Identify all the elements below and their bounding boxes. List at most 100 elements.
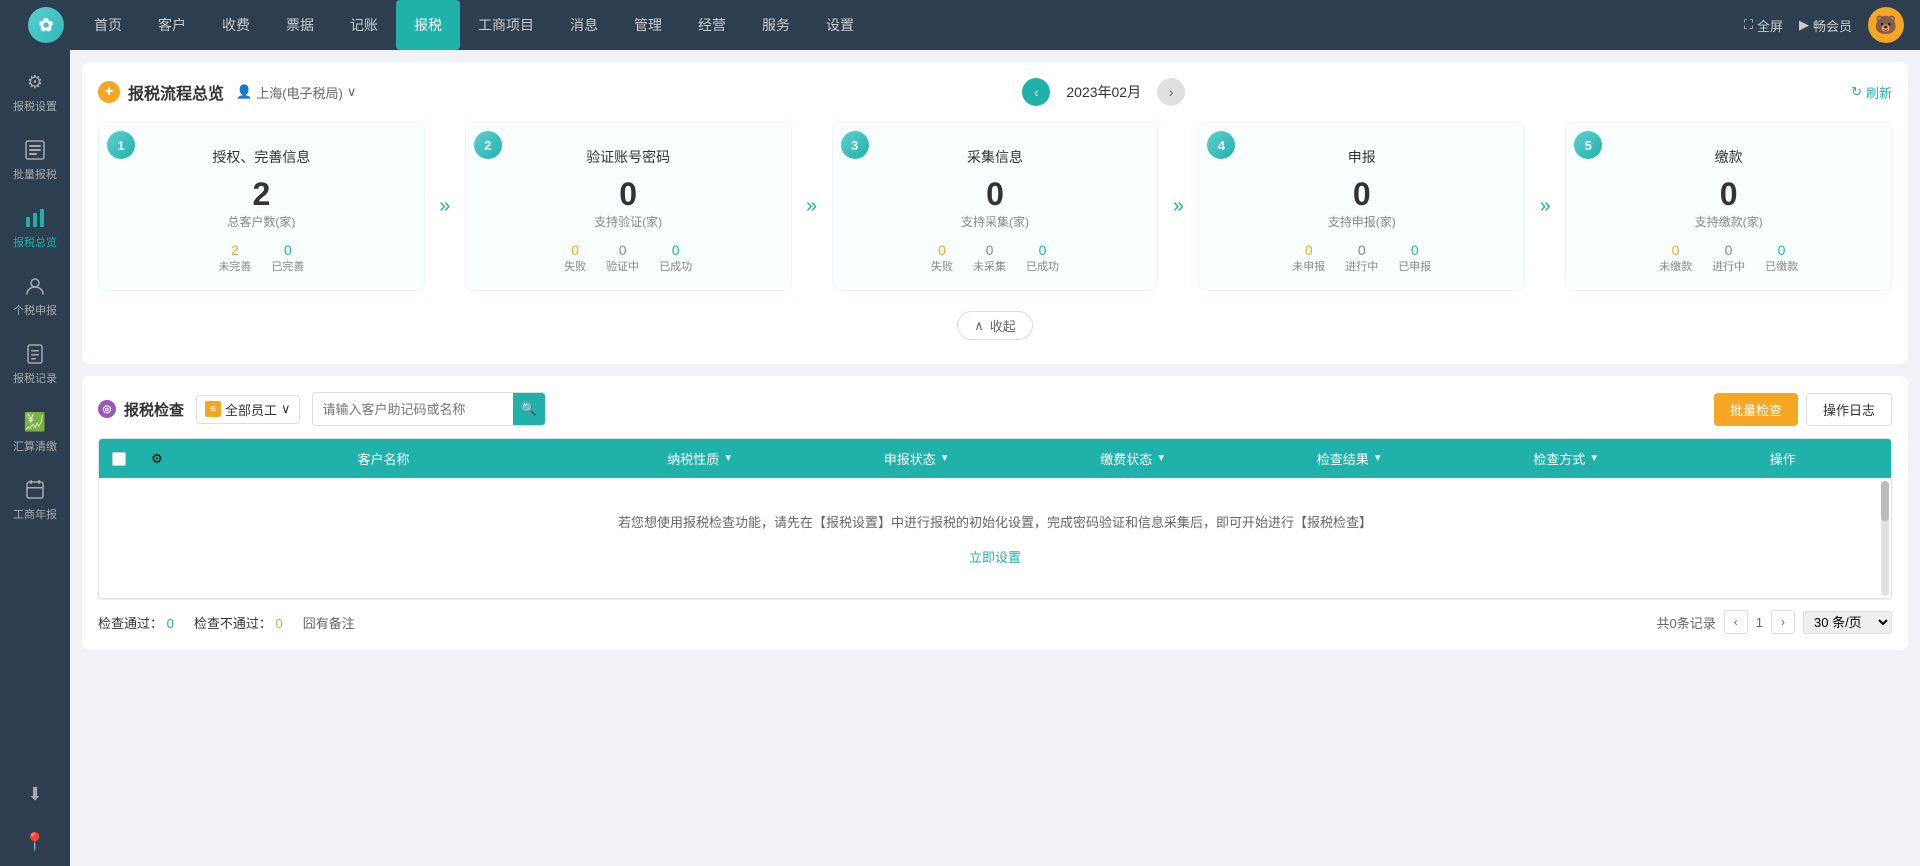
step-5-stat-2[interactable]: 0 已缴款 — [1765, 242, 1798, 274]
collapse-label: 收起 — [990, 316, 1016, 335]
scrollbar-thumb[interactable] — [1881, 481, 1889, 521]
sidebar-item-annual-report[interactable]: 工商年报 — [0, 466, 70, 534]
nav-manage[interactable]: 管理 — [616, 0, 680, 50]
declare-status-filter-icon[interactable]: ▼ — [940, 453, 950, 464]
annual-settlement-icon: 💹 — [23, 410, 47, 434]
step-4-stat-0[interactable]: 0 未申报 — [1292, 242, 1325, 274]
filter-label: 全部员工 — [225, 400, 277, 419]
th-operation: 操作 — [1675, 439, 1892, 478]
step-2-stat-1[interactable]: 0 验证中 — [606, 242, 639, 274]
search-button[interactable]: 🔍 — [513, 393, 545, 425]
member-button[interactable]: ▶ 畅会员 — [1799, 16, 1852, 35]
fail-count[interactable]: 0 — [276, 616, 283, 631]
th-operation-label: 操作 — [1770, 449, 1796, 468]
tax-type-filter-icon[interactable]: ▼ — [723, 453, 733, 464]
step-1-stat-1[interactable]: 0 已完善 — [271, 242, 304, 274]
step-4-stat-1[interactable]: 0 进行中 — [1345, 242, 1378, 274]
sidebar-item-annual-settlement[interactable]: 💹 汇算清缴 — [0, 398, 70, 466]
refresh-button[interactable]: ↻ 刷新 — [1851, 83, 1892, 102]
step-3-count: 0 — [845, 175, 1146, 213]
sidebar-item-individual-tax[interactable]: 个税申报 — [0, 262, 70, 330]
main-layout: ⚙ 报税设置 批量报税 报税总览 — [0, 50, 1920, 866]
nav-settings[interactable]: 设置 — [808, 0, 872, 50]
nav-operation[interactable]: 经营 — [680, 0, 744, 50]
step-4-sub: 支持申报(家) — [1211, 213, 1512, 230]
sidebar-item-location[interactable]: 📍 — [0, 818, 70, 866]
sidebar-bottom: ⬇ 📍 — [0, 770, 70, 866]
step-2-stat-0-label: 失败 — [564, 258, 586, 274]
step-2-stat-2-label: 已成功 — [659, 258, 692, 274]
overview-card: + 报税流程总览 👤 上海(电子税局) ∨ ‹ 2023年02月 › ↻ 刷新 — [82, 62, 1908, 364]
fail-label: 检查不通过： 0 — [194, 613, 283, 632]
step-4-stats: 0 未申报 0 进行中 0 已申报 — [1211, 242, 1512, 274]
step-3-stat-1[interactable]: 0 未采集 — [973, 242, 1006, 274]
step-2-stat-0[interactable]: 0 失败 — [564, 242, 586, 274]
nav-items: 首页 客户 收费 票据 记账 报税 工商项目 消息 管理 经营 服务 设置 — [76, 0, 1744, 50]
prev-page-button[interactable]: ‹ — [1724, 610, 1748, 634]
per-page-select[interactable]: 30 条/页 50 条/页 100 条/页 — [1803, 611, 1892, 634]
sidebar-item-tax-settings[interactable]: ⚙ 报税设置 — [0, 58, 70, 126]
nav-service[interactable]: 服务 — [744, 0, 808, 50]
logo[interactable]: ✿ — [16, 7, 76, 43]
nav-invoice[interactable]: 票据 — [268, 0, 332, 50]
next-page-button[interactable]: › — [1771, 610, 1795, 634]
step-5-stat-1[interactable]: 0 进行中 — [1712, 242, 1745, 274]
step-1-card: 1 授权、完善信息 2 总客户数(家) 2 未完善 0 已完善 — [98, 122, 425, 291]
nav-bookkeeping[interactable]: 记账 — [332, 0, 396, 50]
sidebar-item-batch-tax[interactable]: 批量报税 — [0, 126, 70, 194]
check-footer: 检查通过： 0 检查不通过： 0 囧有备注 共0条记录 ‹ 1 › 30 条/页… — [98, 599, 1892, 634]
step-4-stat-2[interactable]: 0 已申报 — [1398, 242, 1431, 274]
pay-status-filter-icon[interactable]: ▼ — [1156, 453, 1166, 464]
empty-message: 若您想使用报税检查功能，请先在【报税设置】中进行报税的初始化设置，完成密码验证和… — [618, 511, 1372, 534]
employee-filter[interactable]: ≡ 全部员工 ∨ — [196, 395, 300, 424]
pass-count[interactable]: 0 — [167, 616, 174, 631]
tax-check-card: ◎ 报税检查 ≡ 全部员工 ∨ 🔍 批量检查 操作日志 — [82, 376, 1908, 650]
step-3-stat-1-num: 0 — [986, 242, 994, 258]
sidebar-item-download[interactable]: ⬇ — [0, 770, 70, 818]
nav-tax[interactable]: 报税 — [396, 0, 460, 50]
th-checkbox[interactable] — [99, 439, 139, 478]
logo-icon: ✿ — [28, 7, 64, 43]
member-label: 畅会员 — [1813, 16, 1852, 35]
nav-message[interactable]: 消息 — [552, 0, 616, 50]
nav-customer[interactable]: 客户 — [140, 0, 204, 50]
step-3-stat-2[interactable]: 0 已成功 — [1026, 242, 1059, 274]
batch-check-button[interactable]: 批量检查 — [1714, 393, 1798, 426]
operation-log-button[interactable]: 操作日志 — [1806, 393, 1892, 426]
th-gear[interactable]: ⚙ — [139, 439, 175, 478]
sidebar-item-tax-record[interactable]: 报税记录 — [0, 330, 70, 398]
arrow-1-icon: » — [439, 195, 450, 218]
nav-fee[interactable]: 收费 — [204, 0, 268, 50]
next-month-button[interactable]: › — [1157, 78, 1185, 106]
step-5-sub: 支持缴款(家) — [1578, 213, 1879, 230]
refresh-icon: ↻ — [1851, 84, 1862, 100]
sidebar-item-tax-overview[interactable]: 报税总览 — [0, 194, 70, 262]
th-tax-type: 纳税性质 ▼ — [592, 439, 809, 478]
check-method-filter-icon[interactable]: ▼ — [1589, 453, 1599, 464]
pass-text: 检查通过： — [98, 616, 163, 631]
nav-business[interactable]: 工商项目 — [460, 0, 552, 50]
check-result-filter-icon[interactable]: ▼ — [1373, 453, 1383, 464]
arrow-2-icon: » — [806, 195, 817, 218]
table-header: ⚙ 客户名称 纳税性质 ▼ 申报状态 ▼ 缴费状态 ▼ — [99, 439, 1891, 478]
step-4-stat-0-label: 未申报 — [1292, 258, 1325, 274]
prev-month-button[interactable]: ‹ — [1022, 78, 1050, 106]
step-4-card: 4 申报 0 支持申报(家) 0 未申报 0 进行中 — [1198, 122, 1525, 291]
step-3-stat-0[interactable]: 0 失败 — [931, 242, 953, 274]
location-selector[interactable]: 👤 上海(电子税局) ∨ — [236, 83, 356, 102]
fullscreen-button[interactable]: ⛶ 全屏 — [1744, 16, 1783, 35]
header-checkbox[interactable] — [112, 452, 126, 466]
search-input[interactable] — [313, 397, 513, 422]
step-1-sub: 总客户数(家) — [111, 213, 412, 230]
check-header: ◎ 报税检查 ≡ 全部员工 ∨ 🔍 批量检查 操作日志 — [98, 392, 1892, 426]
step-5-stat-0[interactable]: 0 未缴款 — [1659, 242, 1692, 274]
nav-home[interactable]: 首页 — [76, 0, 140, 50]
gear-icon: ⚙ — [151, 451, 163, 467]
step-1-stat-0[interactable]: 2 未完善 — [218, 242, 251, 274]
step-2-stat-2[interactable]: 0 已成功 — [659, 242, 692, 274]
setup-link[interactable]: 立即设置 — [969, 547, 1021, 566]
arrow-1: » — [425, 122, 465, 291]
mascot-avatar[interactable]: 🐻 — [1868, 7, 1904, 43]
step-2-card: 2 验证账号密码 0 支持验证(家) 0 失败 0 验证中 — [465, 122, 792, 291]
collapse-button[interactable]: ∧ 收起 — [957, 311, 1033, 340]
